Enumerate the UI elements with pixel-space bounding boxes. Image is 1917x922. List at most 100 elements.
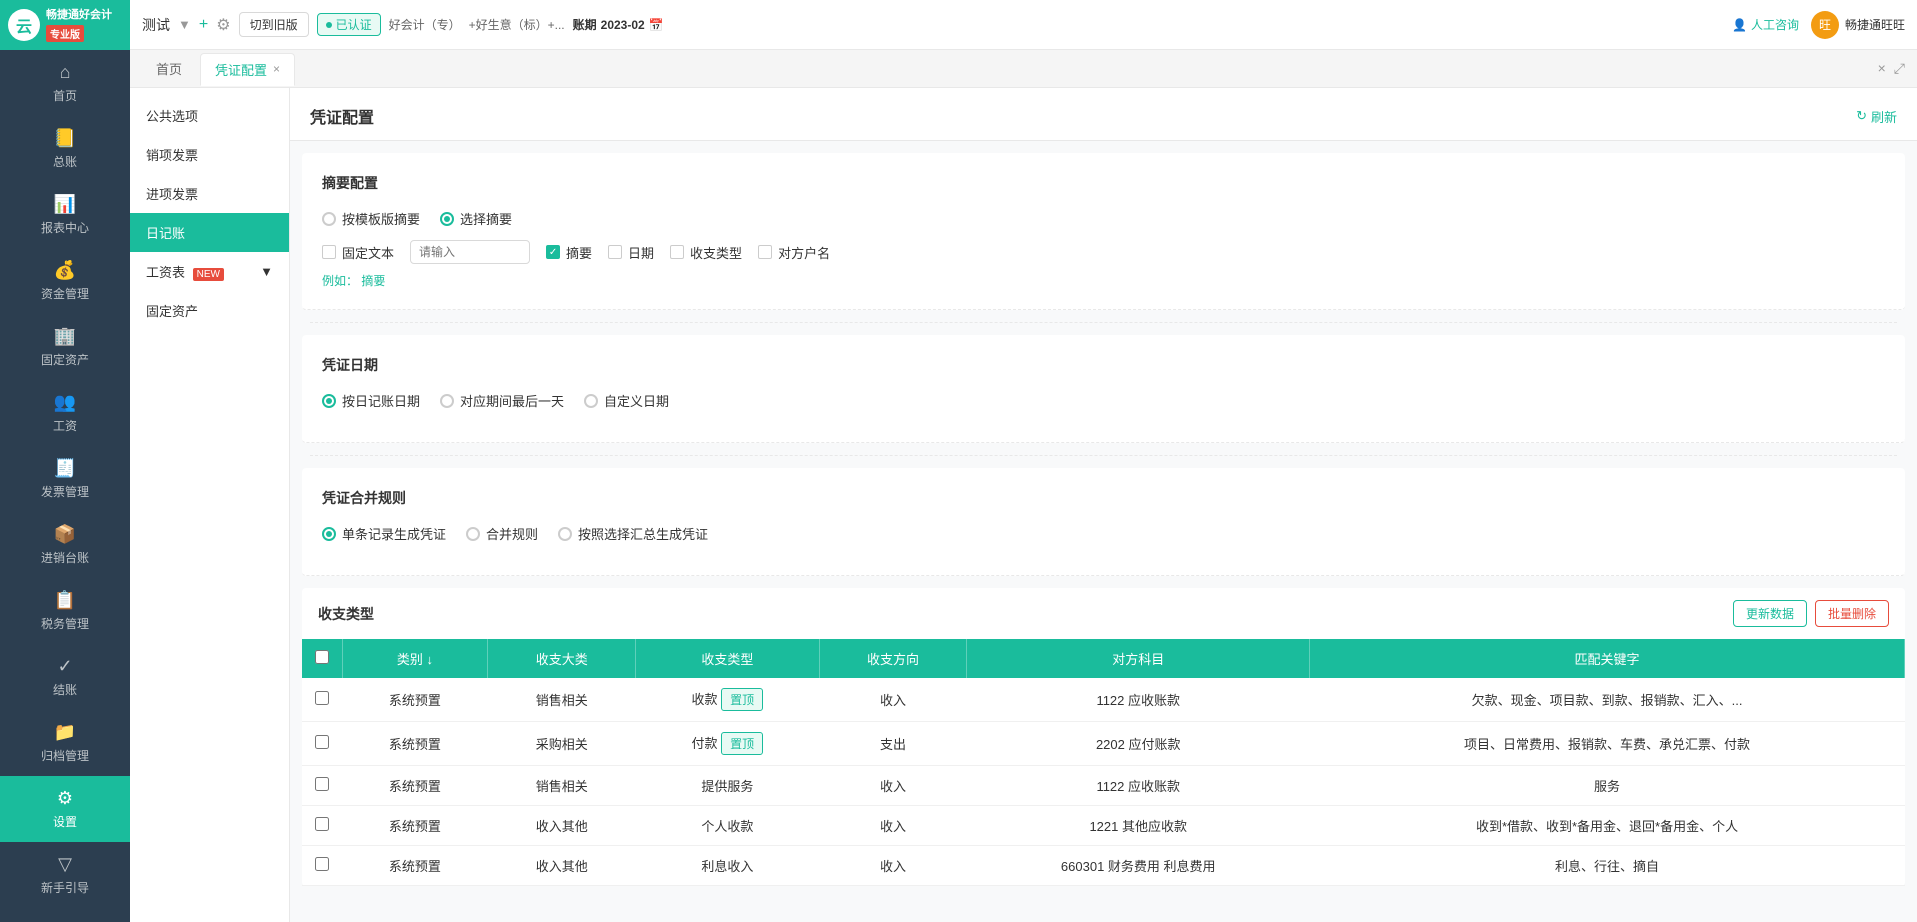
- table-header-row: 收支类型 更新数据 批量删除: [302, 588, 1905, 639]
- checkbox-type[interactable]: 收支类型: [670, 243, 742, 262]
- example-prefix: 例如：: [322, 274, 358, 288]
- sidebar-item-report[interactable]: 📊 报表中心: [0, 182, 130, 248]
- td-checkbox-2: [302, 722, 342, 766]
- sidebar-item-purchase[interactable]: 📦 进销台账: [0, 512, 130, 578]
- user-info: 旺 畅捷通旺旺: [1811, 11, 1905, 39]
- top-tag-button-2[interactable]: 置顶: [721, 732, 763, 755]
- checkbox-counterpart-label: 对方户名: [778, 243, 830, 262]
- row-checkbox-2[interactable]: [315, 735, 329, 749]
- batch-delete-button[interactable]: 批量删除: [1815, 600, 1889, 627]
- sidebar-item-home[interactable]: ⌂ 首页: [0, 50, 130, 116]
- refresh-button[interactable]: ↻ 刷新: [1856, 107, 1897, 126]
- td-keywords-5: 利息、行往、摘自: [1310, 846, 1905, 886]
- left-menu-journal[interactable]: 日记账: [130, 213, 289, 252]
- sidebar-item-archive[interactable]: 📁 归档管理: [0, 710, 130, 776]
- checkbox-summary[interactable]: ✓ 摘要: [546, 243, 592, 262]
- td-direction-2: 支出: [819, 722, 967, 766]
- td-category-5: 系统预置: [342, 846, 488, 886]
- tab-home-label: 首页: [156, 62, 182, 77]
- left-menu-purchase-invoice[interactable]: 进项发票: [130, 174, 289, 213]
- left-menu-public[interactable]: 公共选项: [130, 96, 289, 135]
- merge-rules-title: 凭证合并规则: [322, 488, 1885, 508]
- left-menu-sale-invoice[interactable]: 销项发票: [130, 135, 289, 174]
- app-logo: 云 畅捷通好会计 专业版: [0, 0, 130, 50]
- row-checkbox-5[interactable]: [315, 857, 329, 871]
- settlement-icon: ✓: [57, 656, 72, 677]
- td-category-1: 系统预置: [342, 678, 488, 722]
- radio-template[interactable]: 按模板版摘要: [322, 209, 420, 228]
- td-category-2: 系统预置: [342, 722, 488, 766]
- radio-merge[interactable]: 合并规则: [466, 524, 538, 543]
- close-window-icon[interactable]: ×: [1878, 60, 1886, 77]
- radio-journal-date[interactable]: 按日记账日期: [322, 391, 420, 410]
- sidebar-item-label: 进销台账: [41, 549, 89, 566]
- update-data-button[interactable]: 更新数据: [1733, 600, 1807, 627]
- radio-custom-date[interactable]: 自定义日期: [584, 391, 669, 410]
- td-major-5: 收入其他: [488, 846, 636, 886]
- service-button[interactable]: 👤 人工咨询: [1732, 16, 1799, 33]
- tab-voucher-config[interactable]: 凭证配置 ×: [200, 53, 295, 86]
- example-text: 例如： 摘要: [322, 272, 1885, 289]
- td-checkbox-4: [302, 806, 342, 846]
- sidebar-item-settlement[interactable]: ✓ 结账: [0, 644, 130, 710]
- sidebar-item-settings[interactable]: ⚙ 设置: [0, 776, 130, 842]
- tab-home[interactable]: 首页: [142, 53, 196, 84]
- tax-icon: 📋: [54, 590, 76, 611]
- settings-gear-icon[interactable]: ⚙: [216, 15, 230, 35]
- th-major: 收支大类: [488, 639, 636, 678]
- calendar-icon[interactable]: 📅: [649, 18, 664, 32]
- radio-select[interactable]: 选择摘要: [440, 209, 512, 228]
- tab-close-icon[interactable]: ×: [273, 62, 280, 76]
- dropdown-icon[interactable]: ▼: [178, 17, 191, 32]
- sidebar-item-ledger[interactable]: 📒 总账: [0, 116, 130, 182]
- table-row: 系统预置 销售相关 收款 置顶 收入 1122 应收账款 欠款、现金、项目款、到…: [302, 678, 1905, 722]
- row-checkbox-1[interactable]: [315, 691, 329, 705]
- page-title: 凭证配置: [310, 104, 374, 128]
- left-menu-fixed-assets[interactable]: 固定资产: [130, 291, 289, 330]
- certified-badge: 已认证: [317, 13, 381, 36]
- sidebar-item-label: 归档管理: [41, 747, 89, 764]
- switch-version-button[interactable]: 切到旧版: [239, 12, 309, 37]
- add-icon[interactable]: +: [199, 16, 208, 34]
- sidebar-item-payroll[interactable]: 👥 工资: [0, 380, 130, 446]
- th-category[interactable]: 类别 ↓: [342, 639, 488, 678]
- sidebar-item-fund[interactable]: 💰 资金管理: [0, 248, 130, 314]
- tab-bar: 首页 凭证配置 × × ⤢: [130, 50, 1917, 88]
- home-icon: ⌂: [60, 62, 71, 83]
- merge-rules-section: 凭证合并规则 单条记录生成凭证 合并规则 按照选择汇总生成凭证: [302, 468, 1905, 576]
- table-row: 系统预置 销售相关 提供服务 收入 1122 应收账款 服务: [302, 766, 1905, 806]
- th-direction: 收支方向: [819, 639, 967, 678]
- sidebar-item-member[interactable]: ♦ 畅会员: [0, 908, 130, 922]
- radio-journal-date-circle: [322, 394, 336, 408]
- checkbox-counterpart[interactable]: 对方户名: [758, 243, 830, 262]
- sidebar-item-invoice[interactable]: 🧾 发票管理: [0, 446, 130, 512]
- good-biz-info: +好生意（标）+...: [469, 16, 565, 33]
- radio-select-sum[interactable]: 按照选择汇总生成凭证: [558, 524, 708, 543]
- left-menu-payroll[interactable]: 工资表 NEW ▼: [130, 252, 289, 291]
- fixed-asset-icon: 🏢: [54, 326, 76, 347]
- sidebar-item-label: 固定资产: [41, 351, 89, 368]
- sidebar-item-guide[interactable]: ▽ 新手引导: [0, 842, 130, 908]
- radio-single[interactable]: 单条记录生成凭证: [322, 524, 446, 543]
- select-all-checkbox[interactable]: [315, 650, 329, 664]
- voucher-date-title: 凭证日期: [322, 355, 1885, 375]
- page-content: 公共选项 销项发票 进项发票 日记账 工资表 NEW ▼ 固定资产 凭证配置 ↻…: [130, 88, 1917, 922]
- logo-name: 畅捷通好会计: [46, 8, 112, 22]
- main-wrapper: 测试 ▼ + ⚙ 切到旧版 已认证 好会计（专） +好生意（标）+... 账期 …: [130, 0, 1917, 922]
- maximize-window-icon[interactable]: ⤢: [1894, 60, 1905, 77]
- checkbox-fixed-text[interactable]: 固定文本: [322, 243, 394, 262]
- archive-icon: 📁: [54, 722, 76, 743]
- sidebar-item-fixed-asset[interactable]: 🏢 固定资产: [0, 314, 130, 380]
- fixed-text-input[interactable]: [410, 240, 530, 264]
- radio-period-last[interactable]: 对应期间最后一天: [440, 391, 564, 410]
- nav-list: ⌂ 首页 📒 总账 📊 报表中心 💰 资金管理 🏢 固定资产 👥 工资 🧾 发票…: [0, 50, 130, 922]
- summary-radio-group: 按模板版摘要 选择摘要: [322, 209, 1885, 228]
- sidebar-item-tax[interactable]: 📋 税务管理: [0, 578, 130, 644]
- row-checkbox-3[interactable]: [315, 777, 329, 791]
- sidebar-item-label: 税务管理: [41, 615, 89, 632]
- payroll-label: 工资表 NEW: [146, 262, 224, 281]
- th-keywords: 匹配关键字: [1310, 639, 1905, 678]
- row-checkbox-4[interactable]: [315, 817, 329, 831]
- top-tag-button-1[interactable]: 置顶: [721, 688, 763, 711]
- checkbox-date[interactable]: 日期: [608, 243, 654, 262]
